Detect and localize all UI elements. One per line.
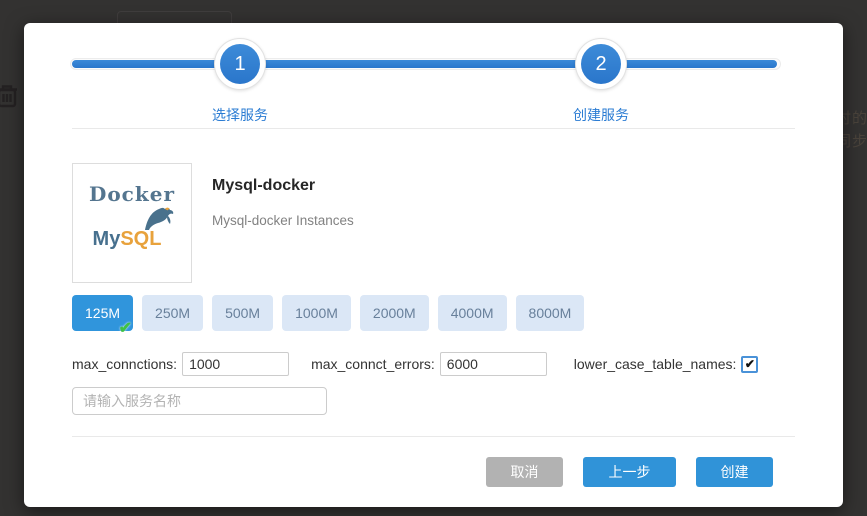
trash-icon [0, 85, 17, 108]
memory-option-500m[interactable]: 500M [212, 295, 274, 331]
stepper-progress-bar [72, 60, 777, 68]
max-connections-input[interactable] [182, 352, 290, 376]
cancel-button[interactable]: 取消 [486, 457, 563, 487]
max-connect-errors-input[interactable] [439, 352, 547, 376]
max-connections-label: max_connctions: [72, 356, 178, 372]
memory-option-250m[interactable]: 250M [142, 295, 204, 331]
max-connect-errors-label: max_connct_errors: [311, 356, 435, 372]
memory-option-1000m[interactable]: 1000M [282, 295, 351, 331]
previous-step-button[interactable]: 上一步 [583, 457, 676, 487]
step-1-label: 选择服务 [212, 107, 268, 123]
service-logo: Docker MySQL [72, 163, 192, 283]
memory-option-8000m[interactable]: 8000M [515, 295, 585, 331]
screen: 时的 同步间 1 2 选择服务 创建服务 Docker MySQL Mysql-… [0, 0, 867, 516]
memory-option-125m[interactable]: 125M ✔ [72, 295, 134, 337]
memory-options-row: 125M ✔ 250M 500M 1000M 2000M 4000M 8000M [72, 295, 585, 337]
service-title: Mysql-docker [212, 177, 316, 194]
selected-check-icon: ✔ [118, 320, 133, 337]
create-button[interactable]: 创建 [696, 457, 773, 487]
mysql-logo-text: MySQL [92, 228, 162, 250]
parameters-row: max_connctions: max_connct_errors: lower… [72, 352, 759, 376]
service-name-input[interactable] [72, 387, 327, 415]
step-2-number: 2 [581, 44, 621, 84]
docker-logo-text: Docker [89, 182, 175, 206]
service-subtitle: Mysql-docker Instances [212, 213, 354, 228]
step-2-label: 创建服务 [573, 107, 629, 123]
stepper-track [70, 58, 781, 70]
create-service-dialog: 1 2 选择服务 创建服务 Docker MySQL Mysql-docker … [24, 23, 843, 507]
lower-case-table-names-label: lower_case_table_names: [573, 356, 737, 372]
footer-actions: 取消 上一步 创建 [486, 457, 773, 487]
footer-divider [72, 436, 795, 437]
step-2-circle[interactable]: 2 [575, 38, 627, 90]
memory-option-4000m[interactable]: 4000M [437, 295, 507, 331]
step-1-circle[interactable]: 1 [214, 38, 266, 90]
lower-case-table-names-checkbox[interactable]: ✔ [741, 355, 759, 373]
step-1-number: 1 [220, 44, 260, 84]
header-divider [72, 128, 795, 129]
memory-option-2000m[interactable]: 2000M [359, 295, 429, 331]
